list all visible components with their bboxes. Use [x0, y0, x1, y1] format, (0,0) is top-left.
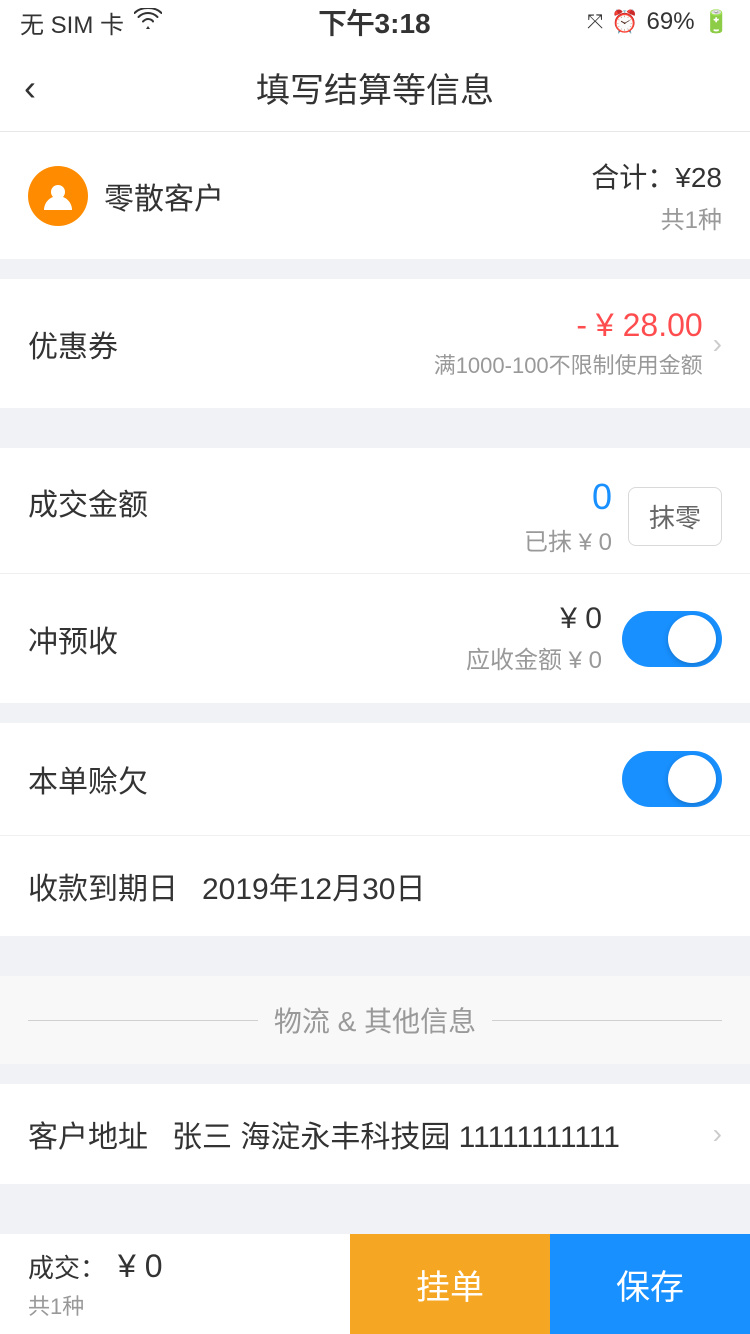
address-value: 张三 海淀永丰科技园 11111111111 — [172, 1112, 713, 1156]
due-date-label: 收款到期日 — [28, 864, 178, 908]
customer-name: 零散客户 — [104, 174, 224, 218]
save-button[interactable]: 保存 — [550, 1234, 750, 1334]
hang-order-button[interactable]: 挂单 — [350, 1234, 550, 1334]
transaction-amount[interactable]: 0 — [524, 476, 612, 518]
status-right: ⤧ ⏰ 69% 🔋 — [587, 8, 730, 36]
alarm-icon: ⏰ — [611, 9, 638, 35]
debt-toggle-knob — [668, 755, 716, 803]
prereceive-row: 冲预收 ¥ 0 应收金额 ¥ 0 — [0, 573, 750, 703]
bottom-deal-label: 成交： — [28, 1248, 106, 1285]
bottom-item-count: 共1种 — [28, 1289, 322, 1321]
transaction-row: 成交金额 0 已抹 ¥ 0 抹零 — [0, 448, 750, 557]
avatar — [28, 166, 88, 226]
already-rounded-label: 已抹 ¥ 0 — [524, 522, 612, 557]
item-count: 共1种 — [591, 200, 722, 235]
transaction-right: 0 已抹 ¥ 0 抹零 — [524, 476, 722, 557]
debt-label: 本单赊欠 — [28, 757, 148, 801]
address-section[interactable]: 客户地址 张三 海淀永丰科技园 11111111111 › — [0, 1084, 750, 1184]
debt-toggle[interactable] — [622, 751, 722, 807]
page-title: 填写结算等信息 — [256, 63, 494, 112]
bottom-bar: 成交： ¥ 0 共1种 挂单 保存 — [0, 1234, 750, 1334]
address-row[interactable]: 客户地址 张三 海淀永丰科技园 11111111111 › — [0, 1084, 750, 1184]
round-zero-button[interactable]: 抹零 — [628, 487, 722, 546]
prereceive-amounts: ¥ 0 应收金额 ¥ 0 — [466, 602, 602, 675]
status-bar: 无 SIM 卡 下午3:18 ⤧ ⏰ 69% 🔋 — [0, 0, 750, 44]
address-chevron-icon: › — [713, 1118, 722, 1150]
debt-row: 本单赊欠 — [0, 723, 750, 835]
transaction-label: 成交金额 — [28, 476, 148, 536]
receivable-label: 应收金额 ¥ 0 — [466, 640, 602, 675]
customer-left: 零散客户 — [28, 166, 224, 226]
due-date-row: 收款到期日 2019年12月30日 — [0, 835, 750, 936]
total-amount: 合计：¥28 — [591, 156, 722, 196]
transaction-section: 成交金额 0 已抹 ¥ 0 抹零 冲预收 ¥ 0 应收金额 ¥ 0 — [0, 448, 750, 703]
prereceive-amount: ¥ 0 — [466, 602, 602, 636]
due-date-value: 2019年12月30日 — [202, 864, 425, 908]
location-icon: ⤧ — [587, 11, 603, 34]
chevron-right-icon: › — [713, 328, 722, 360]
address-label: 客户地址 — [28, 1112, 148, 1156]
content-area: 零散客户 合计：¥28 共1种 优惠券 - ¥ 28.00 满1000-100不… — [0, 132, 750, 1304]
status-time: 下午3:18 — [319, 2, 431, 42]
bottom-deal-amount: ¥ 0 — [118, 1248, 162, 1285]
coupon-section[interactable]: 优惠券 - ¥ 28.00 满1000-100不限制使用金额 › — [0, 279, 750, 408]
customer-row: 零散客户 合计：¥28 共1种 — [0, 132, 750, 259]
sim-label: 无 SIM 卡 — [20, 5, 124, 40]
back-button[interactable]: ‹ — [24, 67, 36, 109]
coupon-info: - ¥ 28.00 满1000-100不限制使用金额 — [434, 307, 703, 380]
coupon-amount: - ¥ 28.00 — [434, 307, 703, 344]
section-gap-2 — [0, 703, 750, 723]
coupon-label: 优惠券 — [28, 322, 118, 366]
customer-right: 合计：¥28 共1种 — [591, 156, 722, 235]
logistics-label: 物流 & 其他信息 — [274, 1000, 476, 1040]
section-gap-1 — [0, 428, 750, 448]
prereceive-toggle[interactable] — [622, 611, 722, 667]
coupon-description: 满1000-100不限制使用金额 — [434, 348, 703, 380]
battery-icon: 🔋 — [703, 9, 730, 35]
battery-label: 69% — [647, 8, 695, 36]
bottom-info: 成交： ¥ 0 共1种 — [0, 1248, 350, 1321]
status-left: 无 SIM 卡 — [20, 5, 162, 40]
section-gap-3 — [0, 956, 750, 976]
nav-bar: ‹ 填写结算等信息 — [0, 44, 750, 132]
coupon-row[interactable]: 优惠券 - ¥ 28.00 满1000-100不限制使用金额 › — [0, 279, 750, 408]
logistics-section: 物流 & 其他信息 — [0, 976, 750, 1064]
bottom-actions: 挂单 保存 — [350, 1234, 750, 1334]
coupon-right: - ¥ 28.00 满1000-100不限制使用金额 › — [434, 307, 722, 380]
bottom-deal-row: 成交： ¥ 0 — [28, 1248, 322, 1285]
prereceive-label: 冲预收 — [28, 617, 118, 661]
prereceive-right: ¥ 0 应收金额 ¥ 0 — [466, 602, 722, 675]
logistics-header: 物流 & 其他信息 — [0, 976, 750, 1064]
debt-section: 本单赊欠 收款到期日 2019年12月30日 — [0, 723, 750, 936]
wifi-icon — [134, 8, 162, 37]
transaction-amount-area: 0 已抹 ¥ 0 — [524, 476, 612, 557]
toggle-knob — [668, 615, 716, 663]
customer-section: 零散客户 合计：¥28 共1种 — [0, 132, 750, 259]
